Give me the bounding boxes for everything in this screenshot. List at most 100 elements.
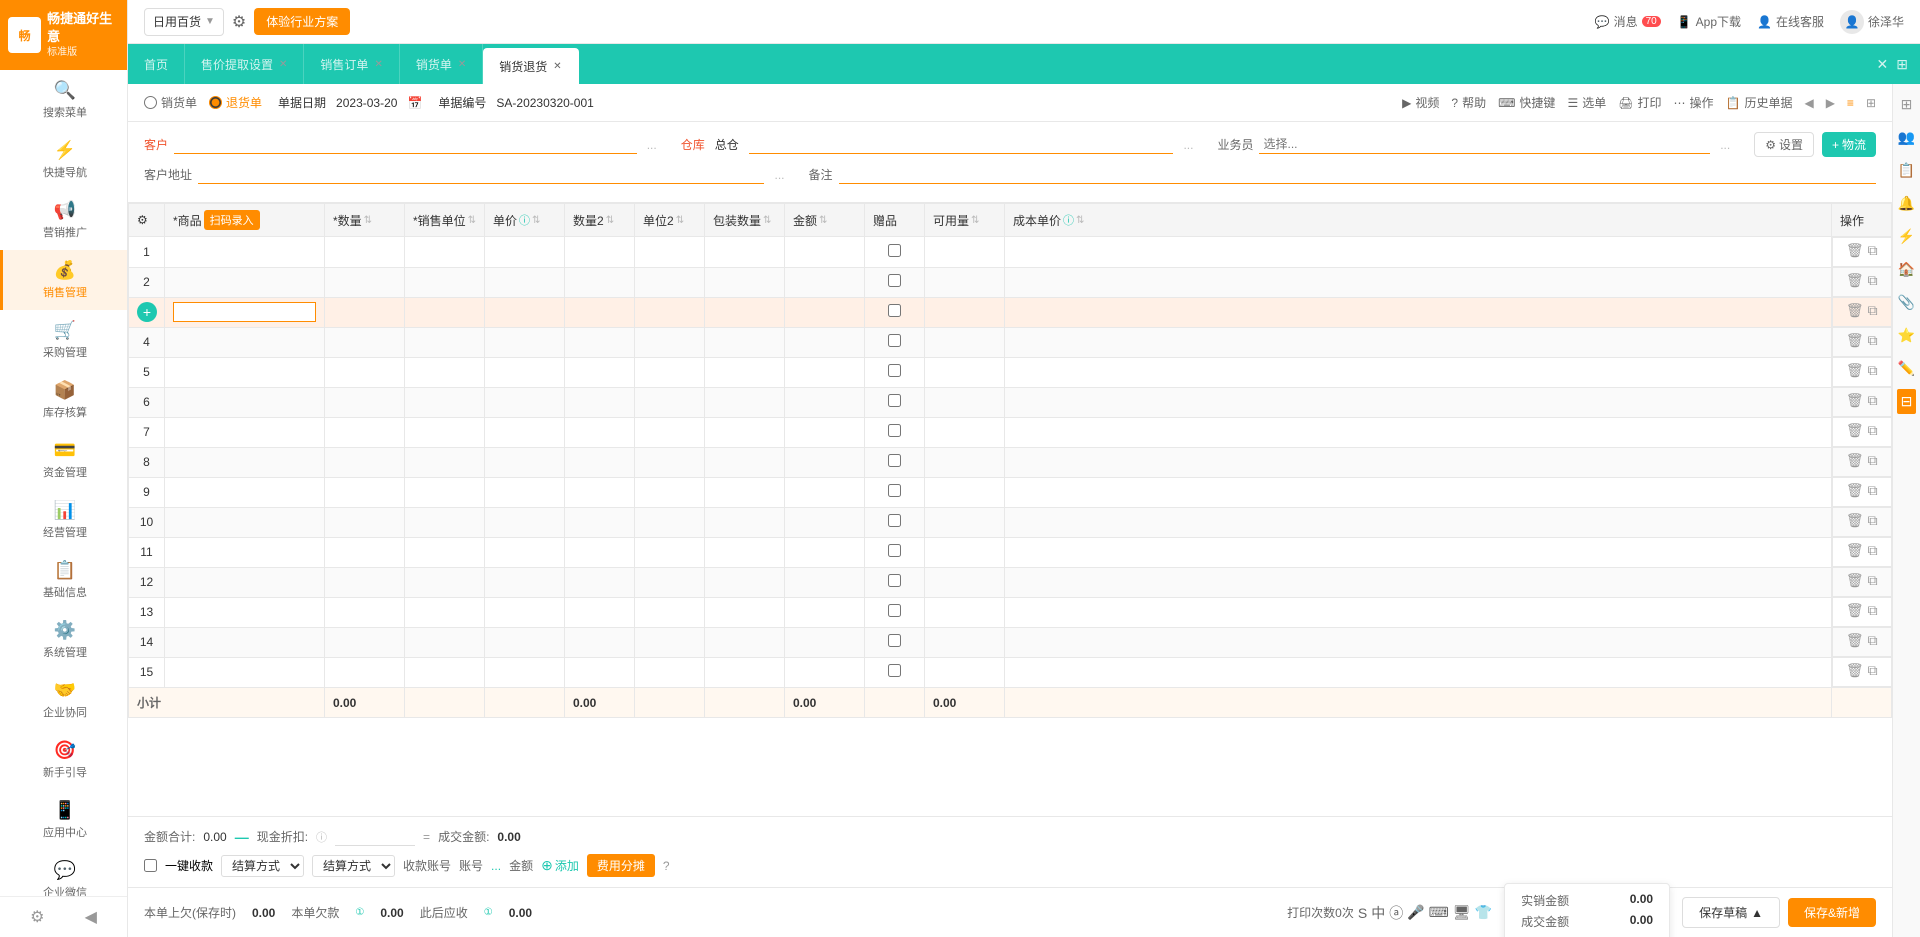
cell-gift-1[interactable] [865,237,925,268]
cell-amount-1[interactable] [785,237,865,268]
cell-avail-7[interactable] [925,417,1005,447]
cell-amount-14[interactable] [785,627,865,657]
cell-cost-14[interactable] [1005,627,1832,657]
delete-icon-11[interactable]: 🗑 [1846,542,1864,562]
cell-amount-15[interactable] [785,657,865,688]
cell-unit-11[interactable] [405,537,485,567]
tab-sale-return[interactable]: 销货退货✕ [483,48,578,84]
tab-close-sale-return[interactable]: ✕ [553,61,561,72]
gift-checkbox-12[interactable] [888,574,901,587]
right-icon-6[interactable]: 🏠 [1894,257,1919,282]
cell-cost-15[interactable] [1005,657,1832,688]
cell-qty2-13[interactable] [565,597,635,627]
cell-pkg-13[interactable] [705,597,785,627]
cell-unit2-13[interactable] [635,597,705,627]
one-key-pay-checkbox[interactable] [144,859,157,872]
cell-amount-5[interactable] [785,357,865,387]
cell-avail-15[interactable] [925,657,1005,688]
cell-cost-5[interactable] [1005,357,1832,387]
sidebar-item-purchase[interactable]: 🛒 采购管理 [0,310,127,370]
cell-gift-3[interactable] [865,297,925,327]
copy-icon-1[interactable]: ⧉ [1868,242,1878,262]
cell-unit-2[interactable] [405,267,485,297]
copy-icon-7[interactable]: ⧉ [1868,422,1878,442]
cell-unit2-15[interactable] [635,657,705,688]
delete-icon-7[interactable]: 🗑 [1846,422,1864,442]
cell-pkg-3[interactable] [705,297,785,327]
tab-close-sale-price[interactable]: ✕ [279,59,287,70]
cell-qty2-1[interactable] [565,237,635,268]
cell-pkg-2[interactable] [705,267,785,297]
message-btn[interactable]: 💬 消息 70 [1595,13,1661,30]
cell-avail-6[interactable] [925,387,1005,417]
cell-gift-8[interactable] [865,447,925,477]
cell-qty-11[interactable] [325,537,405,567]
user-profile[interactable]: 👤 徐泽华 [1840,10,1904,34]
cell-pkg-8[interactable] [705,447,785,477]
cell-avail-10[interactable] [925,507,1005,537]
radio-return[interactable]: 退货单 [209,94,262,111]
cell-product-9[interactable] [165,477,325,507]
cell-pkg-14[interactable] [705,627,785,657]
cell-unit-9[interactable] [405,477,485,507]
gift-checkbox-1[interactable] [888,244,901,257]
copy-icon-14[interactable]: ⧉ [1868,632,1878,652]
cell-unit-15[interactable] [405,657,485,688]
sidebar-item-finance[interactable]: 💳 资金管理 [0,430,127,490]
logistics-btn[interactable]: + 物流 [1822,132,1876,157]
cell-qty-4[interactable] [325,327,405,357]
cell-cost-2[interactable] [1005,267,1832,297]
tab-expand-icon[interactable]: ⊞ [1896,56,1908,73]
cell-unit-12[interactable] [405,567,485,597]
cell-product-11[interactable] [165,537,325,567]
cell-qty-12[interactable] [325,567,405,597]
delete-icon-13[interactable]: 🗑 [1846,602,1864,622]
cell-unit2-1[interactable] [635,237,705,268]
right-icon-7[interactable]: 📎 [1894,290,1919,315]
cell-price-8[interactable] [485,447,565,477]
cell-amount-8[interactable] [785,447,865,477]
cell-amount-3[interactable] [785,297,865,327]
cell-unit-3[interactable] [405,297,485,327]
calendar-icon[interactable]: 📅 [407,96,422,110]
cell-price-12[interactable] [485,567,565,597]
cell-product-5[interactable] [165,357,325,387]
sidebar-item-search[interactable]: 🔍 搜索菜单 [0,70,127,130]
cell-unit-1[interactable] [405,237,485,268]
th-settings[interactable]: ⚙ [129,204,165,237]
cell-avail-2[interactable] [925,267,1005,297]
tab-close-sale-order[interactable]: ✕ [374,59,382,70]
cell-avail-8[interactable] [925,447,1005,477]
cell-pkg-5[interactable] [705,357,785,387]
cell-cost-12[interactable] [1005,567,1832,597]
cell-product-1[interactable] [165,237,325,268]
cell-qty-7[interactable] [325,417,405,447]
payment-method-select[interactable]: 结算方式 [221,855,304,877]
right-icon-2[interactable]: 👥 [1894,125,1919,150]
cell-unit-10[interactable] [405,507,485,537]
cell-price-11[interactable] [485,537,565,567]
cell-price-15[interactable] [485,657,565,688]
cell-amount-12[interactable] [785,567,865,597]
scan-btn[interactable]: 扫码录入 [204,210,260,230]
app-download-btn[interactable]: 📱 App下载 [1677,13,1741,30]
cell-product-15[interactable] [165,657,325,688]
nav-next-icon[interactable]: ▶ [1826,96,1835,110]
cell-gift-6[interactable] [865,387,925,417]
delete-icon-10[interactable]: 🗑 [1846,512,1864,532]
customer-input[interactable] [174,135,637,154]
tab-close-all-icon[interactable]: ✕ [1877,56,1889,73]
cell-avail-4[interactable] [925,327,1005,357]
cell-qty-1[interactable] [325,237,405,268]
cell-cost-11[interactable] [1005,537,1832,567]
mic-icon[interactable]: 🎤 [1407,904,1424,921]
online-service-btn[interactable]: 👤 在线客服 [1757,13,1824,30]
cell-pkg-15[interactable] [705,657,785,688]
gift-checkbox-13[interactable] [888,604,901,617]
cell-amount-7[interactable] [785,417,865,447]
cell-amount-10[interactable] [785,507,865,537]
cell-price-5[interactable] [485,357,565,387]
warehouse-dots-icon[interactable]: ... [1183,138,1193,152]
cell-qty-2[interactable] [325,267,405,297]
fee-help-btn[interactable]: ? [663,859,670,873]
